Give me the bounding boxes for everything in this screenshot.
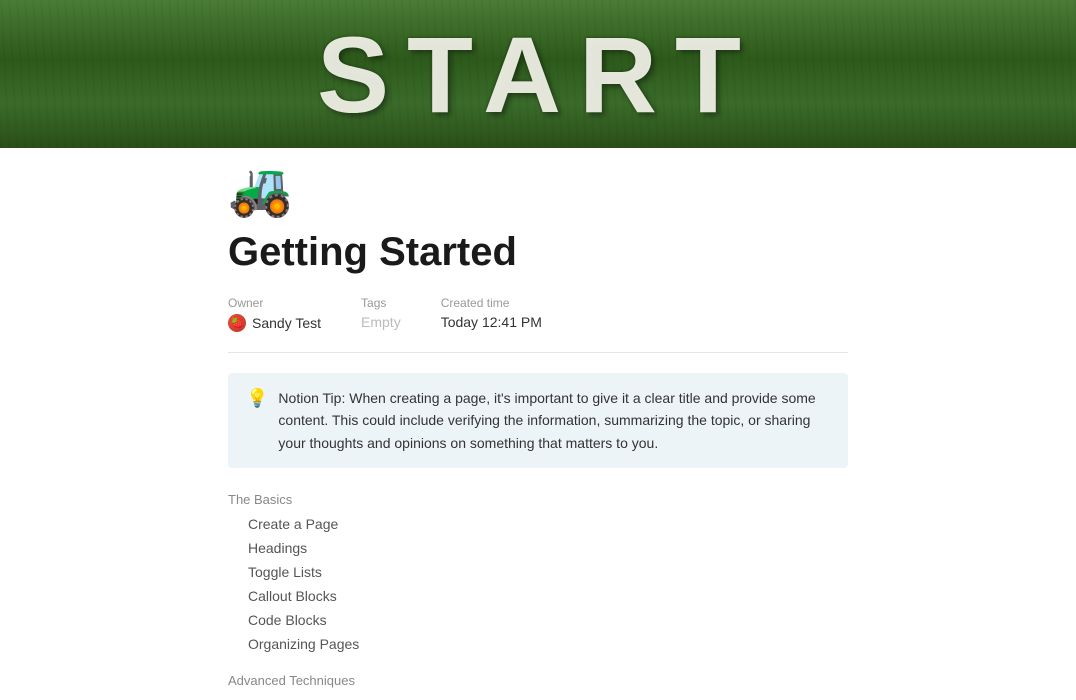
created-value: Today 12:41 PM xyxy=(441,314,542,330)
owner-avatar: 🍓 xyxy=(228,314,246,332)
toc-link[interactable]: Code Blocks xyxy=(248,612,327,628)
toc-link[interactable]: Headings xyxy=(248,540,307,556)
toc-link[interactable]: Organizing Pages xyxy=(248,636,359,652)
owner-name: Sandy Test xyxy=(252,315,321,331)
hero-text: START xyxy=(317,12,759,137)
owner-value: 🍓 Sandy Test xyxy=(228,314,321,332)
metadata-section: Owner 🍓 Sandy Test Tags Empty Created ti… xyxy=(228,296,848,353)
tags-label: Tags xyxy=(361,296,401,310)
callout-emoji: 💡 xyxy=(246,388,268,409)
hero-banner: START xyxy=(0,0,1076,148)
toc-list-item[interactable]: Organizing Pages xyxy=(228,633,848,657)
created-label: Created time xyxy=(441,296,542,310)
callout-text: Notion Tip: When creating a page, it's i… xyxy=(278,387,830,454)
page-emoji: 🚜 xyxy=(228,164,848,216)
page-title: Getting Started xyxy=(228,228,848,276)
callout-box: 💡 Notion Tip: When creating a page, it's… xyxy=(228,373,848,468)
toc-link[interactable]: Create a Page xyxy=(248,516,338,532)
advanced-section-header: Advanced Techniques xyxy=(228,673,848,688)
owner-field: Owner 🍓 Sandy Test xyxy=(228,296,321,332)
page-content: 🚜 Getting Started Owner 🍓 Sandy Test Tag… xyxy=(88,164,988,688)
toc-list-item[interactable]: Headings xyxy=(228,537,848,561)
toc-list-item[interactable]: Toggle Lists xyxy=(228,561,848,585)
created-field: Created time Today 12:41 PM xyxy=(441,296,542,332)
toc-link[interactable]: Toggle Lists xyxy=(248,564,322,580)
toc-list-item[interactable]: Create a Page xyxy=(228,513,848,537)
basics-toc-list: Create a Page Headings Toggle Lists Callout… xyxy=(228,513,848,657)
toc-list-item[interactable]: Callout Blocks xyxy=(228,585,848,609)
toc-list-item[interactable]: Code Blocks xyxy=(228,609,848,633)
owner-label: Owner xyxy=(228,296,321,310)
tags-value: Empty xyxy=(361,314,401,330)
tags-field: Tags Empty xyxy=(361,296,401,332)
basics-section-header: The Basics xyxy=(228,492,848,507)
toc-link[interactable]: Callout Blocks xyxy=(248,588,337,604)
